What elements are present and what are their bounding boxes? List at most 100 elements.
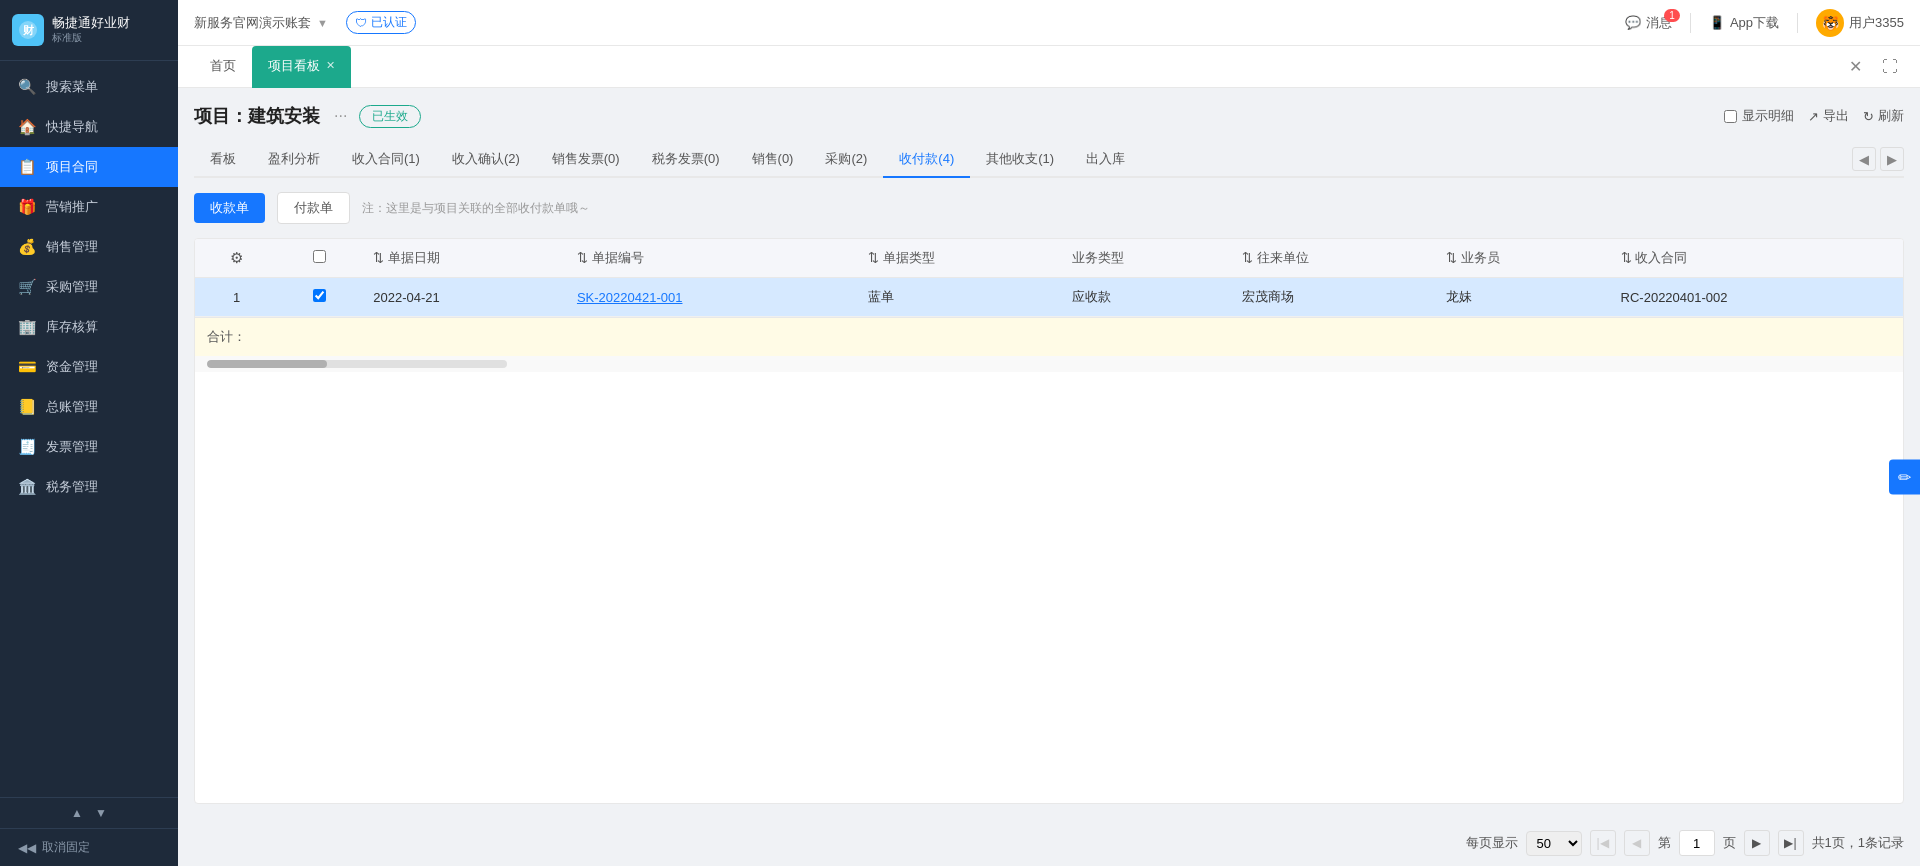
- scroll-track[interactable]: [207, 360, 507, 368]
- filter-note: 注：这里是与项目关联的全部收付款单哦～: [362, 200, 590, 217]
- show-detail-input[interactable]: [1724, 110, 1737, 123]
- sub-tab-盈利分析[interactable]: 盈利分析: [252, 142, 336, 178]
- select-all-checkbox[interactable]: [313, 250, 326, 263]
- more-icon[interactable]: ···: [334, 107, 347, 125]
- sidebar-item-finance[interactable]: 💳资金管理: [0, 347, 178, 387]
- user-btn[interactable]: 🐯 用户3355: [1816, 9, 1904, 37]
- sidebar-scroll-up[interactable]: ▲: [65, 804, 89, 822]
- first-page-btn[interactable]: |◀: [1590, 830, 1616, 856]
- certified-badge: 🛡 已认证: [346, 11, 416, 34]
- sidebar-item-quicknav[interactable]: 🏠快捷导航: [0, 107, 178, 147]
- message-btn[interactable]: 💬 消息 1: [1625, 14, 1672, 32]
- col-contract: ⇅ 收入合同: [1609, 239, 1903, 278]
- total-label: 合计：: [207, 328, 246, 346]
- sidebar-icon-marketing: 🎁: [18, 198, 36, 216]
- pay-btn[interactable]: 付款单: [277, 192, 350, 224]
- per-page-select[interactable]: 50 100 200: [1526, 831, 1582, 856]
- cell-biz-type: 应收款: [1060, 278, 1231, 317]
- row-checkbox[interactable]: [313, 289, 326, 302]
- app-logo: 财: [12, 14, 44, 46]
- sidebar-label-search: 搜索菜单: [46, 78, 98, 96]
- col-type: ⇅ 单据类型: [856, 239, 1060, 278]
- column-settings-btn[interactable]: ⚙: [230, 249, 243, 267]
- export-icon: ↗: [1808, 109, 1819, 124]
- sidebar-unpin-btn[interactable]: ◀◀ 取消固定: [0, 828, 178, 866]
- sort-icon6: ⇅: [1621, 250, 1632, 265]
- account-selector[interactable]: 新服务官网演示账套 ▼: [194, 14, 328, 32]
- sub-tab-看板[interactable]: 看板: [194, 142, 252, 178]
- sidebar-item-ledger[interactable]: 📒总账管理: [0, 387, 178, 427]
- sidebar-item-inventory[interactable]: 🏢库存核算: [0, 307, 178, 347]
- receive-btn[interactable]: 收款单: [194, 193, 265, 223]
- tab-home[interactable]: 首页: [194, 46, 252, 88]
- sidebar-item-contract[interactable]: 📋项目合同: [0, 147, 178, 187]
- maximize-window-btn[interactable]: ⛶: [1876, 55, 1904, 78]
- sidebar-scroll-down[interactable]: ▼: [89, 804, 113, 822]
- sidebar-item-purchase[interactable]: 🛒采购管理: [0, 267, 178, 307]
- last-page-btn[interactable]: ▶|: [1778, 830, 1804, 856]
- page-content: 项目：建筑安装 ··· 已生效 显示明细 ↗ 导出 ↻ 刷新: [178, 88, 1920, 820]
- sub-tab-销售(0)[interactable]: 销售(0): [736, 142, 810, 178]
- prev-page-btn[interactable]: ◀: [1624, 830, 1650, 856]
- close-icon[interactable]: ✕: [326, 59, 335, 72]
- sidebar-icon-ledger: 📒: [18, 398, 36, 416]
- sub-tab-税务发票(0)[interactable]: 税务发票(0): [636, 142, 736, 178]
- sub-tab-收付款(4)[interactable]: 收付款(4): [883, 142, 970, 178]
- tab-project-board[interactable]: 项目看板 ✕: [252, 46, 351, 88]
- sidebar-icon-sales: 💰: [18, 238, 36, 256]
- col-partner: ⇅ 往来单位: [1230, 239, 1434, 278]
- next-page-btn[interactable]: ▶: [1744, 830, 1770, 856]
- tab-project-board-label: 项目看板: [268, 57, 320, 75]
- sidebar-icon-contract: 📋: [18, 158, 36, 176]
- avatar: 🐯: [1816, 9, 1844, 37]
- sub-tab-其他收支(1)[interactable]: 其他收支(1): [970, 142, 1070, 178]
- chevron-down-icon: ▼: [317, 17, 328, 29]
- scroll-thumb[interactable]: [207, 360, 327, 368]
- sidebar-item-sales[interactable]: 💰 销售管理: [0, 227, 178, 267]
- sidebar-item-search[interactable]: 🔍搜索菜单: [0, 67, 178, 107]
- sidebar-item-marketing[interactable]: 🎁营销推广: [0, 187, 178, 227]
- col-date: ⇅ 单据日期: [361, 239, 565, 278]
- export-btn[interactable]: ↗ 导出: [1808, 107, 1849, 125]
- sidebar-label-sales: 销售管理: [46, 238, 98, 256]
- sub-tab-收入确认(2)[interactable]: 收入确认(2): [436, 142, 536, 178]
- show-detail-label: 显示明细: [1742, 107, 1794, 125]
- project-name: 建筑安装: [248, 106, 320, 126]
- app-title-block: 畅捷通好业财 标准版: [52, 15, 130, 46]
- cell-checkbox: [278, 278, 361, 317]
- sub-tab-出入库[interactable]: 出入库: [1070, 142, 1141, 178]
- page-label: 第: [1658, 834, 1671, 852]
- main-content: 新服务官网演示账套 ▼ 🛡 已认证 💬 消息 1 📱 App下载 🐯 用户335…: [178, 0, 1920, 866]
- page-input[interactable]: [1679, 830, 1715, 856]
- project-actions: 显示明细 ↗ 导出 ↻ 刷新: [1724, 107, 1904, 125]
- refresh-btn[interactable]: ↻ 刷新: [1863, 107, 1904, 125]
- sidebar-item-invoice[interactable]: 🧾发票管理: [0, 427, 178, 467]
- app-download-btn[interactable]: 📱 App下载: [1709, 14, 1779, 32]
- filter-bar: 收款单 付款单 注：这里是与项目关联的全部收付款单哦～: [194, 192, 1904, 224]
- export-label: 导出: [1823, 107, 1849, 125]
- user-label: 用户3355: [1849, 14, 1904, 32]
- cell-date: 2022-04-21: [361, 278, 565, 317]
- refresh-label: 刷新: [1878, 107, 1904, 125]
- sidebar: 财 畅捷通好业财 标准版 🔍搜索菜单🏠快捷导航📋项目合同🎁营销推广 💰 销售管理 🛒采…: [0, 0, 178, 866]
- document-link[interactable]: SK-20220421-001: [577, 290, 683, 305]
- sub-tab-next-btn[interactable]: ▶: [1880, 147, 1904, 171]
- show-detail-checkbox[interactable]: 显示明细: [1724, 107, 1794, 125]
- float-edit-btn[interactable]: ✏: [1889, 460, 1920, 495]
- sub-tab-收入合同(1)[interactable]: 收入合同(1): [336, 142, 436, 178]
- sub-tab-prev-btn[interactable]: ◀: [1852, 147, 1876, 171]
- divider2: [1797, 13, 1798, 33]
- sidebar-label-tax: 税务管理: [46, 478, 98, 496]
- sub-tab-采购(2)[interactable]: 采购(2): [809, 142, 883, 178]
- horizontal-scrollbar[interactable]: [195, 356, 1903, 372]
- cell-number[interactable]: SK-20220421-001: [565, 278, 856, 317]
- sidebar-item-tax[interactable]: 🏛️税务管理: [0, 467, 178, 507]
- close-window-btn[interactable]: ✕: [1843, 55, 1868, 78]
- sort-icon2: ⇅: [577, 250, 588, 265]
- table-header-row: ⚙ ⇅ 单据日期 ⇅ 单据编号 ⇅ 单据类型 业务类型 ⇅ 往来单位 ⇅ 业务员: [195, 239, 1903, 278]
- sidebar-label-purchase: 采购管理: [46, 278, 98, 296]
- data-table: ⚙ ⇅ 单据日期 ⇅ 单据编号 ⇅ 单据类型 业务类型 ⇅ 往来单位 ⇅ 业务员: [195, 239, 1903, 317]
- sub-tab-销售发票(0)[interactable]: 销售发票(0): [536, 142, 636, 178]
- sort-icon3: ⇅: [868, 250, 879, 265]
- col-checkbox: [278, 239, 361, 278]
